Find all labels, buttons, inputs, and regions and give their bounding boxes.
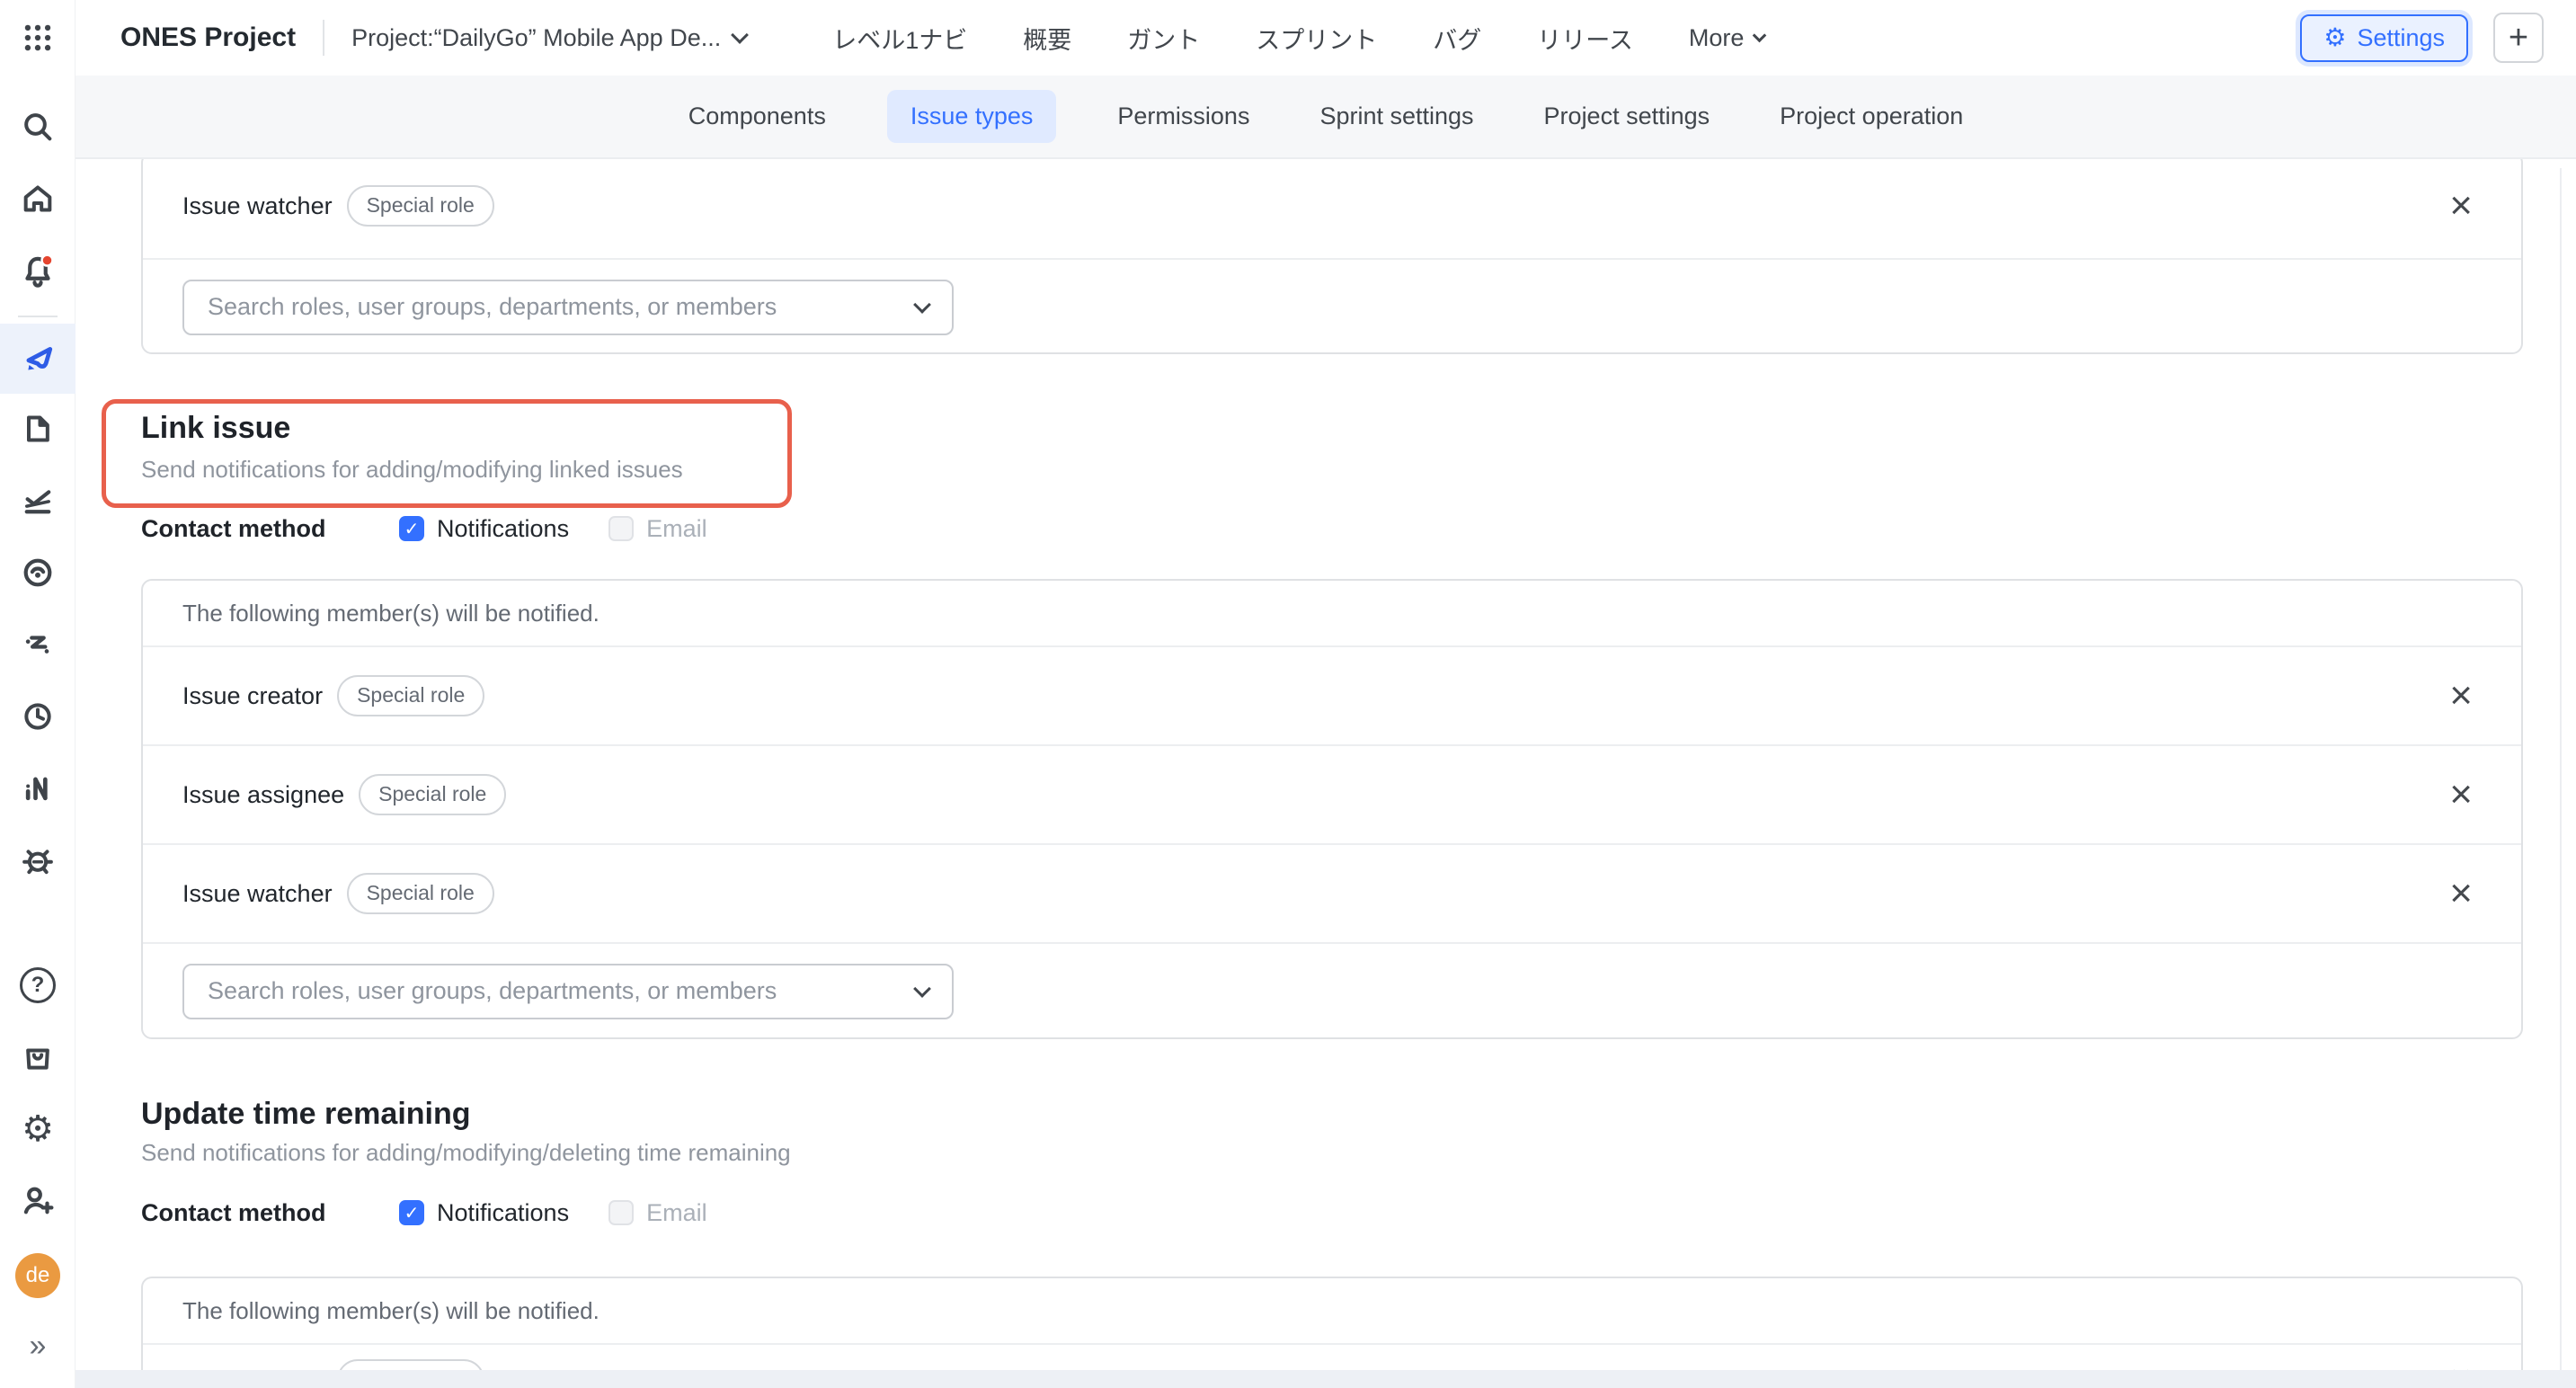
gear-icon: ⚙ <box>2323 23 2347 51</box>
remove-member-button[interactable]: × <box>2449 775 2473 814</box>
header-divider <box>323 20 325 56</box>
app-title: ONES Project <box>120 22 297 52</box>
wiki-icon[interactable] <box>0 612 76 677</box>
nav-more-menu[interactable]: More <box>1689 24 1767 52</box>
contact-method-label: Contact method <box>141 514 326 542</box>
remove-member-button[interactable]: × <box>2449 186 2473 226</box>
settings-gear-icon[interactable]: ⚙ <box>0 1097 76 1161</box>
main-content: Issue watcher Special role × Search role… <box>76 159 2576 1388</box>
tasks-check-icon[interactable] <box>0 468 76 533</box>
header-nav: レベル1ナビ 概要 ガント スプリント バグ リリース More <box>832 21 1767 56</box>
bug-icon[interactable] <box>0 828 76 893</box>
home-icon[interactable] <box>0 166 76 231</box>
chart-icon[interactable] <box>0 756 76 821</box>
email-checkbox[interactable] <box>608 516 635 541</box>
sidebar: ? ⚙ de » <box>0 0 76 1388</box>
member-label: Issue watcher <box>182 191 333 219</box>
panel-note-row: The following member(s) will be notified… <box>143 1278 2521 1345</box>
contact-method-label: Contact method <box>141 1198 326 1226</box>
nav-item-level1[interactable]: レベル1ナビ <box>832 21 967 56</box>
notifications-checkbox[interactable]: ✓ <box>399 1200 424 1225</box>
notifications-label: Notifications <box>437 514 570 542</box>
notifications-checkbox[interactable]: ✓ <box>399 516 424 541</box>
chevron-down-icon <box>1753 28 1767 42</box>
bottom-strip <box>76 1370 2576 1388</box>
contact-method-row: Contact method ✓ Notifications Email <box>141 1193 707 1232</box>
settings-tabbar: Components Issue types Permissions Sprin… <box>76 76 2576 159</box>
tab-sprint-settings[interactable]: Sprint settings <box>1310 90 1482 143</box>
member-row: Issue creator Special role × <box>143 647 2521 746</box>
invite-member-icon[interactable] <box>0 1169 76 1233</box>
chevron-down-icon <box>913 979 931 998</box>
store-bag-icon[interactable] <box>0 1025 76 1090</box>
section-title-update-time: Update time remaining <box>141 1097 471 1131</box>
apps-grid-icon[interactable] <box>0 5 76 70</box>
project-selector[interactable]: Project:“DailyGo” Mobile App De... <box>351 24 750 52</box>
nav-item-bug[interactable]: バグ <box>1433 21 1481 56</box>
special-role-badge: Special role <box>359 774 507 815</box>
sidebar-divider <box>18 316 58 317</box>
member-label: Issue watcher <box>182 879 333 907</box>
help-icon[interactable]: ? <box>0 953 76 1018</box>
member-search-select[interactable]: Search roles, user groups, departments, … <box>182 963 954 1019</box>
member-label: Issue creator <box>182 681 324 709</box>
collapse-sidebar-button[interactable]: » <box>0 1313 76 1378</box>
search-placeholder: Search roles, user groups, departments, … <box>208 977 777 1004</box>
special-role-badge: Special role <box>337 675 485 716</box>
panel-note: The following member(s) will be notified… <box>182 1296 600 1324</box>
notifications-label: Notifications <box>437 1198 570 1226</box>
search-icon[interactable] <box>0 94 76 159</box>
chevron-down-icon <box>731 26 750 44</box>
content-card-edge <box>2560 168 2562 1370</box>
tab-permissions[interactable]: Permissions <box>1108 90 1258 143</box>
help-glyph: ? <box>31 973 45 997</box>
tab-components[interactable]: Components <box>680 90 835 143</box>
search-placeholder: Search roles, user groups, departments, … <box>208 293 777 320</box>
special-role-badge: Special role <box>346 185 494 227</box>
tab-issue-types[interactable]: Issue types <box>886 90 1057 143</box>
project-plane-icon <box>26 346 53 370</box>
member-row: Issue watcher Special role × <box>143 159 2521 260</box>
user-avatar[interactable]: de <box>0 1243 76 1308</box>
email-label: Email <box>646 1198 707 1226</box>
notify-panel-top: Issue watcher Special role × Search role… <box>141 159 2523 354</box>
nav-item-overview[interactable]: 概要 <box>1023 21 1071 56</box>
top-header: ONES Project Project:“DailyGo” Mobile Ap… <box>76 0 2576 76</box>
component-doc-icon[interactable] <box>0 396 76 461</box>
nav-item-release[interactable]: リリース <box>1537 21 1633 56</box>
nav-item-sprint[interactable]: スプリント <box>1256 21 1377 56</box>
remove-member-button[interactable]: × <box>2449 874 2473 913</box>
special-role-badge: Special role <box>346 873 494 914</box>
panel-note: The following member(s) will be notified… <box>182 599 600 627</box>
check-icon: ✓ <box>404 519 420 539</box>
member-search-select[interactable]: Search roles, user groups, departments, … <box>182 279 954 335</box>
member-row: Issue assignee Special role × <box>143 746 2521 845</box>
email-checkbox[interactable] <box>608 1200 635 1225</box>
add-button[interactable]: + <box>2493 13 2544 63</box>
settings-button[interactable]: ⚙ Settings <box>2300 13 2468 62</box>
link-issue-highlight-box <box>102 399 792 508</box>
notifications-bell-icon[interactable] <box>0 238 76 303</box>
email-label: Email <box>646 514 707 542</box>
notify-panel-link-issue: The following member(s) will be notified… <box>141 579 2523 1039</box>
panel-note-row: The following member(s) will be notified… <box>143 581 2521 647</box>
member-row: Issue watcher Special role × <box>143 845 2521 944</box>
nav-item-gantt[interactable]: ガント <box>1127 21 1200 56</box>
tab-project-operation[interactable]: Project operation <box>1771 90 1972 143</box>
tab-project-settings[interactable]: Project settings <box>1535 90 1719 143</box>
sprint-target-icon[interactable] <box>0 540 76 605</box>
chevron-down-icon <box>913 295 931 314</box>
search-row: Search roles, user groups, departments, … <box>143 260 2521 354</box>
remove-member-button[interactable]: × <box>2449 676 2473 716</box>
clock-icon[interactable] <box>0 684 76 749</box>
search-row: Search roles, user groups, departments, … <box>143 944 2521 1038</box>
section-subtitle-update-time: Send notifications for adding/modifying/… <box>141 1139 791 1166</box>
check-icon: ✓ <box>404 1203 420 1223</box>
contact-method-row: Contact method ✓ Notifications Email <box>141 509 707 548</box>
sidebar-item-project-active[interactable] <box>0 324 76 394</box>
member-label: Issue assignee <box>182 780 345 808</box>
